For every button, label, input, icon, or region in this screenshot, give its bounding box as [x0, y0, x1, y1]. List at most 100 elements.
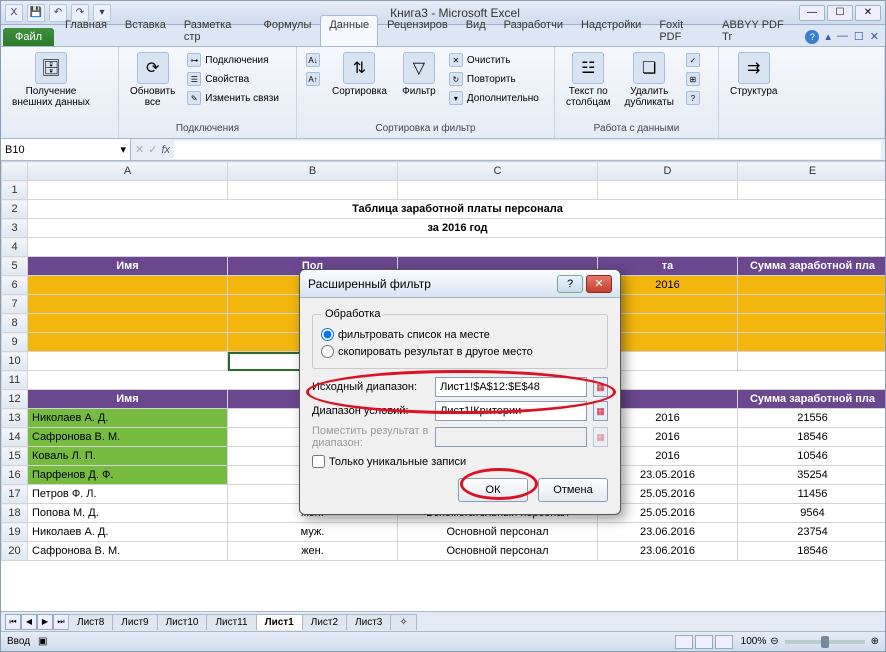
- row-header[interactable]: 16: [2, 466, 28, 485]
- excel-icon[interactable]: X: [5, 4, 23, 22]
- dialog-close-button[interactable]: ✕: [586, 275, 612, 293]
- col-header-D[interactable]: D: [598, 162, 738, 181]
- select-all-corner[interactable]: [2, 162, 28, 181]
- sheet-tab[interactable]: Лист8: [68, 614, 113, 630]
- row-header[interactable]: 18: [2, 504, 28, 523]
- unique-records-label[interactable]: Только уникальные записи: [329, 456, 466, 468]
- unique-records-checkbox[interactable]: [312, 455, 325, 468]
- enter-fx-icon[interactable]: ✓: [148, 143, 157, 156]
- zoom-out-button[interactable]: ⊖: [770, 636, 778, 647]
- row-header[interactable]: 15: [2, 447, 28, 466]
- tab-nav-last[interactable]: ⏭: [53, 614, 69, 630]
- cancel-button[interactable]: Отмена: [538, 478, 608, 502]
- row-header[interactable]: 2: [2, 200, 28, 219]
- advanced-filter-button[interactable]: ▾Дополнительно: [446, 89, 542, 107]
- row-header[interactable]: 17: [2, 485, 28, 504]
- col-headers[interactable]: A B C D E: [2, 162, 886, 181]
- new-sheet-button[interactable]: ✧: [390, 614, 416, 630]
- filter-in-place-label[interactable]: фильтровать список на месте: [338, 329, 490, 341]
- fx-icon[interactable]: fx: [161, 144, 170, 156]
- remove-duplicates-button[interactable]: ❏ Удалить дубликаты: [620, 49, 679, 111]
- mdi-min-icon[interactable]: —: [837, 30, 848, 44]
- connections-button[interactable]: ⊶Подключения: [184, 51, 282, 69]
- whatif-button[interactable]: ?: [683, 89, 703, 107]
- list-range-refselect-button[interactable]: [593, 377, 608, 397]
- row-header[interactable]: 4: [2, 238, 28, 257]
- col-header-C[interactable]: C: [398, 162, 598, 181]
- close-button[interactable]: ✕: [855, 5, 881, 21]
- chevron-down-icon[interactable]: ▾: [120, 143, 126, 156]
- normal-view-button[interactable]: [675, 635, 693, 649]
- filter-button[interactable]: ▽ Фильтр: [396, 49, 442, 100]
- row-header[interactable]: 11: [2, 371, 28, 390]
- row-header[interactable]: 8: [2, 314, 28, 333]
- outline-button[interactable]: ⇉ Структура: [725, 49, 782, 100]
- ribbon-tab-7[interactable]: Разработчи: [495, 15, 572, 46]
- mdi-close-icon[interactable]: ✕: [870, 30, 879, 44]
- dialog-help-button[interactable]: ?: [557, 275, 583, 293]
- row-header[interactable]: 14: [2, 428, 28, 447]
- sheet-tab[interactable]: Лист3: [346, 614, 391, 630]
- criteria-range-refselect-button[interactable]: [593, 401, 608, 421]
- table-row[interactable]: 19Николаев А. Д.муж.Основной персонал23.…: [2, 523, 886, 542]
- row-header[interactable]: 9: [2, 333, 28, 352]
- file-tab[interactable]: Файл: [3, 28, 54, 46]
- row-header[interactable]: 5: [2, 257, 28, 276]
- filter-in-place-radio[interactable]: [321, 328, 334, 341]
- ribbon-minimize-icon[interactable]: ▴: [825, 30, 831, 44]
- page-layout-view-button[interactable]: [695, 635, 713, 649]
- help-icon[interactable]: ?: [805, 30, 819, 44]
- ok-button[interactable]: ОК: [458, 478, 528, 502]
- clear-filter-button[interactable]: ✕Очистить: [446, 51, 542, 69]
- ribbon-tab-3[interactable]: Формулы: [254, 15, 320, 46]
- filter-criteria-cell[interactable]: [738, 276, 886, 295]
- row-header[interactable]: 6: [2, 276, 28, 295]
- sort-button[interactable]: ⇅ Сортировка: [327, 49, 392, 100]
- macro-icon[interactable]: ▣: [38, 636, 47, 647]
- row-header[interactable]: 10: [2, 352, 28, 371]
- name-box[interactable]: B10 ▾: [1, 139, 131, 160]
- refresh-all-button[interactable]: ⟳ Обновить все: [125, 49, 180, 111]
- list-range-input[interactable]: [435, 377, 587, 397]
- criteria-range-input[interactable]: [435, 401, 587, 421]
- copy-to-label[interactable]: скопировать результат в другое место: [338, 346, 533, 358]
- sheet-tab[interactable]: Лист1: [256, 614, 303, 630]
- ribbon-tab-2[interactable]: Разметка стр: [175, 15, 255, 46]
- maximize-button[interactable]: ☐: [827, 5, 853, 21]
- sheet-tab[interactable]: Лист10: [157, 614, 208, 630]
- row-header[interactable]: 19: [2, 523, 28, 542]
- tab-nav-prev[interactable]: ◀: [21, 614, 37, 630]
- mdi-restore-icon[interactable]: ☐: [854, 30, 864, 44]
- row-header[interactable]: 3: [2, 219, 28, 238]
- properties-button[interactable]: ☰Свойства: [184, 70, 282, 88]
- ribbon-tab-6[interactable]: Вид: [457, 15, 495, 46]
- tab-nav-next[interactable]: ▶: [37, 614, 53, 630]
- minimize-button[interactable]: —: [799, 5, 825, 21]
- get-external-data-button[interactable]: 🗄 Получение внешних данных: [7, 49, 95, 111]
- row-header[interactable]: 12: [2, 390, 28, 409]
- tab-nav-first[interactable]: ⏮: [5, 614, 21, 630]
- validation-button[interactable]: ✓: [683, 51, 703, 69]
- ribbon-tab-0[interactable]: Главная: [56, 15, 116, 46]
- formula-input[interactable]: [174, 141, 881, 159]
- copy-to-radio[interactable]: [321, 345, 334, 358]
- table-row[interactable]: 20Сафронова В. М.жен.Основной персонал23…: [2, 542, 886, 561]
- ribbon-tab-1[interactable]: Вставка: [116, 15, 175, 46]
- sort-za-button[interactable]: A↑: [303, 70, 323, 88]
- row-header[interactable]: 13: [2, 409, 28, 428]
- text-to-columns-button[interactable]: ☳ Текст по столбцам: [561, 49, 616, 111]
- col-header-E[interactable]: E: [738, 162, 886, 181]
- ribbon-tab-4[interactable]: Данные: [320, 15, 378, 46]
- ribbon-tab-10[interactable]: ABBYY PDF Tr: [713, 15, 799, 46]
- row-header[interactable]: 20: [2, 542, 28, 561]
- sheet-tab[interactable]: Лист2: [302, 614, 347, 630]
- reapply-filter-button[interactable]: ↻Повторить: [446, 70, 542, 88]
- consolidate-button[interactable]: ⊞: [683, 70, 703, 88]
- cancel-fx-icon[interactable]: ✕: [135, 143, 144, 156]
- sheet-tab[interactable]: Лист9: [112, 614, 157, 630]
- col-header-A[interactable]: A: [28, 162, 228, 181]
- row-header[interactable]: 1: [2, 181, 28, 200]
- ribbon-tab-9[interactable]: Foxit PDF: [650, 15, 713, 46]
- sort-az-button[interactable]: A↓: [303, 51, 323, 69]
- qat-save-icon[interactable]: 💾: [27, 4, 45, 22]
